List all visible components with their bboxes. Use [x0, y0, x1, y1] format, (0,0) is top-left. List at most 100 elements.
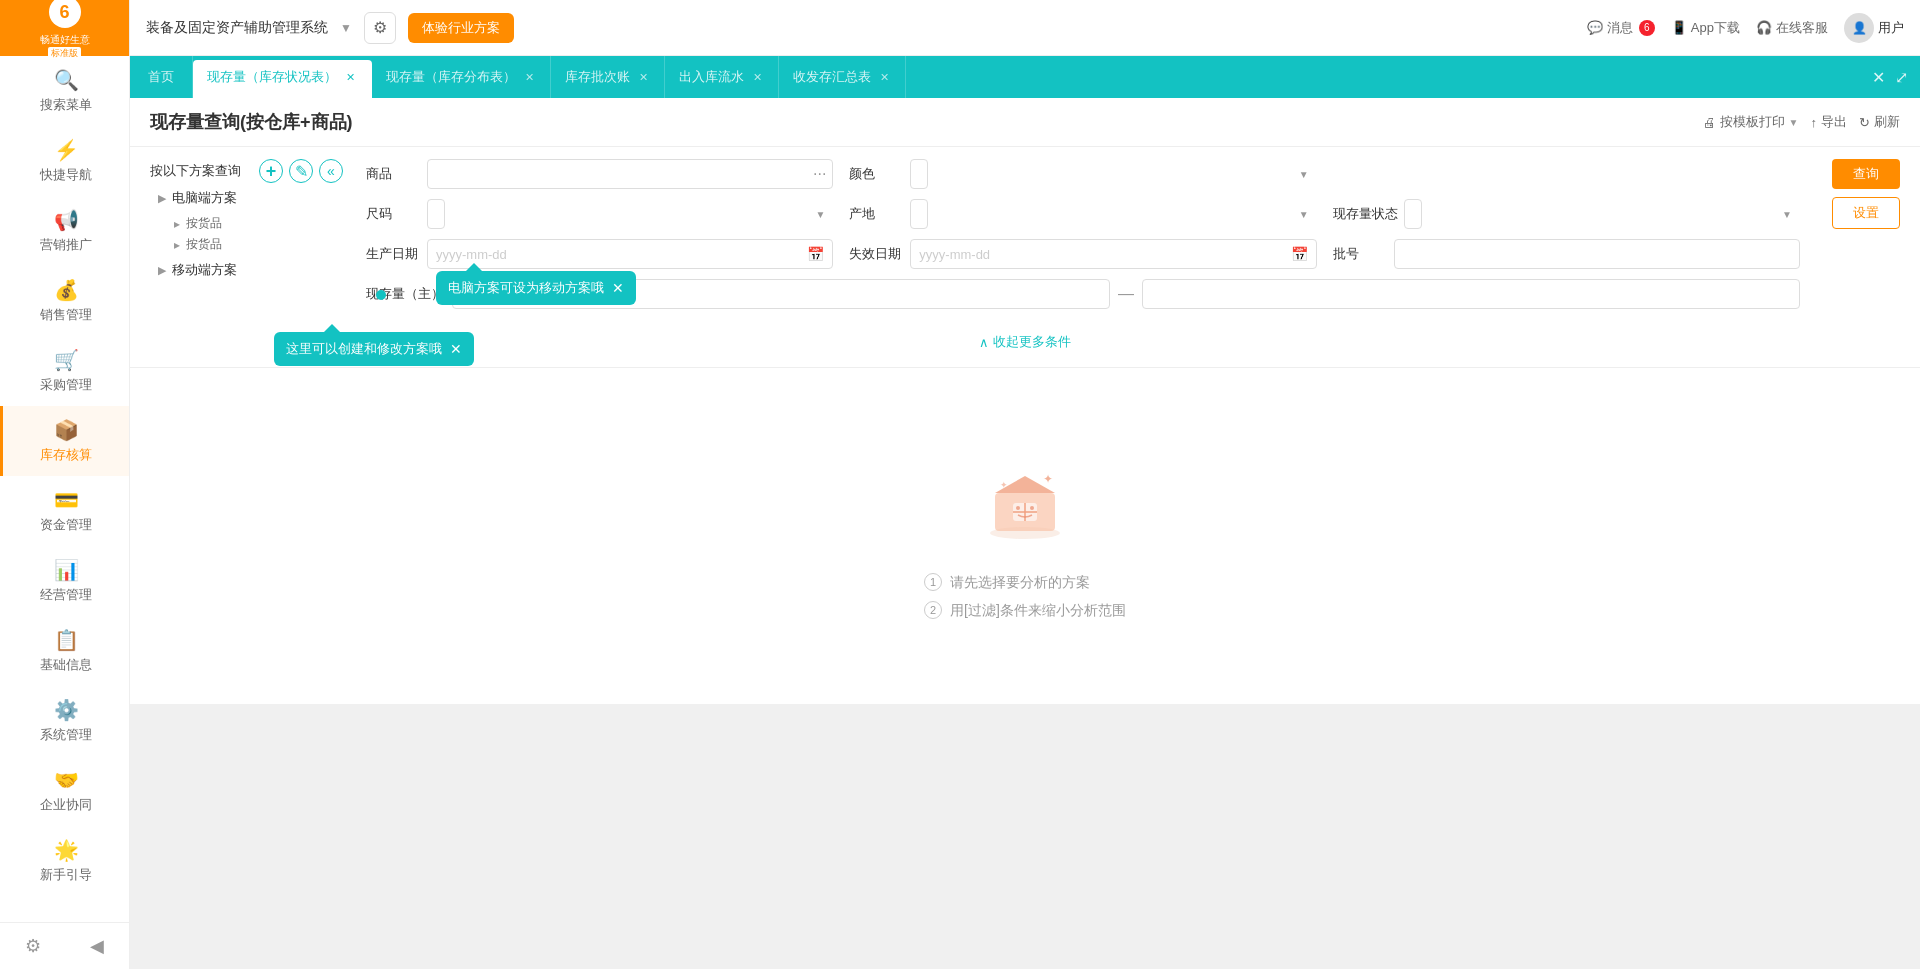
basic-icon: 📋	[54, 628, 79, 652]
sidebar-footer: ⚙ ◀	[0, 922, 129, 969]
tab-close-inventory-status[interactable]: ✕	[343, 70, 357, 84]
product-dots[interactable]: ···	[813, 165, 826, 183]
user-action[interactable]: 👤 用户	[1844, 13, 1904, 43]
origin-select[interactable]	[910, 199, 928, 229]
tab-inventory-status[interactable]: 现存量（库存状况表） ✕	[193, 60, 372, 98]
tab-close-inventory-dist[interactable]: ✕	[522, 70, 536, 84]
empty-step-2: 2 用[过滤]条件来缩小分析范围	[924, 596, 1126, 624]
size-select[interactable]	[427, 199, 445, 229]
topbar-settings-btn[interactable]: ⚙	[364, 12, 396, 44]
sidebar-item-inventory[interactable]: 📦 库存核算	[0, 406, 129, 476]
finance-icon: 💳	[54, 488, 79, 512]
phone-icon: 📱	[1671, 20, 1687, 35]
sidebar-item-enterprise[interactable]: 🤝 企业协同	[0, 756, 129, 826]
expand-icon[interactable]: ⤢	[1895, 68, 1908, 87]
collapse-btn[interactable]: ∧ 收起更多条件	[979, 333, 1071, 351]
tab-batch-ledger[interactable]: 库存批次账 ✕	[551, 56, 665, 98]
sidebar-item-label: 销售管理	[40, 306, 92, 324]
settings-icon[interactable]: ⚙	[25, 935, 41, 957]
stock-main-to[interactable]	[1142, 279, 1800, 309]
origin-label: 产地	[849, 205, 904, 223]
tab-collect-summary[interactable]: 收发存汇总表 ✕	[779, 56, 906, 98]
empty-steps: 1 请先选择要分析的方案 2 用[过滤]条件来缩小分析范围	[924, 568, 1126, 624]
user-label: 用户	[1878, 19, 1904, 37]
sidebar-item-finance[interactable]: 💳 资金管理	[0, 476, 129, 546]
tab-close-collect-summary[interactable]: ✕	[877, 70, 891, 84]
reset-btn[interactable]: 设置	[1832, 197, 1900, 229]
system-name: 装备及固定资产辅助管理系统	[146, 19, 328, 37]
sidebar-item-quicknav[interactable]: ⚡ 快捷导航	[0, 126, 129, 196]
system-dropdown-icon[interactable]: ▼	[340, 21, 352, 35]
color-chevron-icon: ▼	[1299, 169, 1309, 180]
sales-icon: 💰	[54, 278, 79, 302]
desktop-scheme-arrow: ▶	[158, 192, 166, 205]
marketing-icon: 📢	[54, 208, 79, 232]
print-icon: 🖨	[1703, 115, 1716, 130]
tooltip-connector-dot	[376, 290, 386, 300]
export-btn[interactable]: ↑ 导出	[1811, 113, 1848, 131]
back-scheme-icon[interactable]: «	[319, 159, 343, 183]
print-label: 按模板打印	[1720, 113, 1785, 131]
tooltip-2-close[interactable]: ✕	[450, 341, 462, 357]
svg-text:✦: ✦	[1043, 472, 1053, 486]
origin-chevron-icon: ▼	[1299, 209, 1309, 220]
print-btn[interactable]: 🖨 按模板打印 ▼	[1703, 113, 1799, 131]
desktop-scheme-sub2[interactable]: ▸ 按货品	[174, 236, 350, 253]
sidebar-item-system[interactable]: ⚙️ 系统管理	[0, 686, 129, 756]
empty-state: ✦ ✦ 1 请先选择要分析的方案 2 用[过滤]条件来缩小分析范围	[130, 368, 1920, 704]
sidebar-item-marketing[interactable]: 📢 营销推广	[0, 196, 129, 266]
query-btn[interactable]: 查询	[1832, 159, 1900, 189]
tab-close-batch-ledger[interactable]: ✕	[636, 70, 650, 84]
tab-home[interactable]: 首页	[130, 56, 193, 98]
mfg-date-calendar-icon: 📅	[807, 246, 824, 262]
product-label: 商品	[366, 165, 421, 183]
exp-date-placeholder: yyyy-mm-dd	[919, 247, 990, 262]
batch-input[interactable]	[1394, 239, 1800, 269]
message-action[interactable]: 💬 消息 6	[1587, 19, 1655, 37]
message-badge: 6	[1639, 20, 1655, 36]
purchase-icon: 🛒	[54, 348, 79, 372]
color-select[interactable]	[910, 159, 928, 189]
mfg-date-input[interactable]: yyyy-mm-dd 📅	[427, 239, 833, 269]
collapse-sidebar-icon[interactable]: ◀	[90, 935, 104, 957]
stock-status-select[interactable]	[1404, 199, 1422, 229]
tooltip-1-close[interactable]: ✕	[612, 280, 624, 296]
sidebar-item-purchase[interactable]: 🛒 采购管理	[0, 336, 129, 406]
step-1-num: 1	[924, 573, 942, 591]
message-label: 消息	[1607, 19, 1633, 37]
add-scheme-icon[interactable]: +	[259, 159, 283, 183]
close-all-tabs-icon[interactable]: ✕	[1872, 68, 1885, 87]
guide-icon: 🌟	[54, 838, 79, 862]
app-download-action[interactable]: 📱 App下载	[1671, 19, 1740, 37]
desktop-scheme-sub1[interactable]: ▸ 按货品	[174, 215, 350, 232]
headset-icon: 🎧	[1756, 20, 1772, 35]
exp-date-input[interactable]: yyyy-mm-dd 📅	[910, 239, 1316, 269]
stock-status-label: 现存量状态	[1333, 205, 1398, 223]
quicknav-icon: ⚡	[54, 138, 79, 162]
empty-step-1: 1 请先选择要分析的方案	[924, 568, 1126, 596]
mobile-scheme-item[interactable]: ▶ 移动端方案	[158, 261, 350, 279]
mobile-scheme-arrow: ▶	[158, 264, 166, 277]
stock-main-separator: —	[1118, 285, 1134, 303]
exp-date-label: 失效日期	[849, 245, 904, 263]
tab-inventory-dist[interactable]: 现存量（库存分布表） ✕	[372, 56, 551, 98]
sidebar-item-label: 经营管理	[40, 586, 92, 604]
step-1-text: 请先选择要分析的方案	[950, 568, 1090, 596]
mfg-date-placeholder: yyyy-mm-dd	[436, 247, 507, 262]
sidebar-item-operations[interactable]: 📊 经营管理	[0, 546, 129, 616]
trial-btn[interactable]: 体验行业方案	[408, 13, 514, 43]
logo-text: 畅通好生意	[40, 33, 90, 47]
tabbar: 首页 现存量（库存状况表） ✕ 现存量（库存分布表） ✕ 库存批次账 ✕ 出入库…	[130, 56, 1920, 98]
sidebar-item-guide[interactable]: 🌟 新手引导	[0, 826, 129, 896]
desktop-scheme-item[interactable]: ▶ 电脑端方案	[158, 189, 350, 207]
sidebar-item-search[interactable]: 🔍 搜索菜单	[0, 56, 129, 126]
tab-close-inout-flow[interactable]: ✕	[750, 70, 764, 84]
inventory-icon: 📦	[54, 418, 79, 442]
support-action[interactable]: 🎧 在线客服	[1756, 19, 1828, 37]
edit-scheme-icon[interactable]: ✎	[289, 159, 313, 183]
exp-date-calendar-icon: 📅	[1291, 246, 1308, 262]
sidebar-item-sales[interactable]: 💰 销售管理	[0, 266, 129, 336]
sidebar-item-basic[interactable]: 📋 基础信息	[0, 616, 129, 686]
tab-inout-flow[interactable]: 出入库流水 ✕	[665, 56, 779, 98]
refresh-btn[interactable]: ↻ 刷新	[1859, 113, 1900, 131]
